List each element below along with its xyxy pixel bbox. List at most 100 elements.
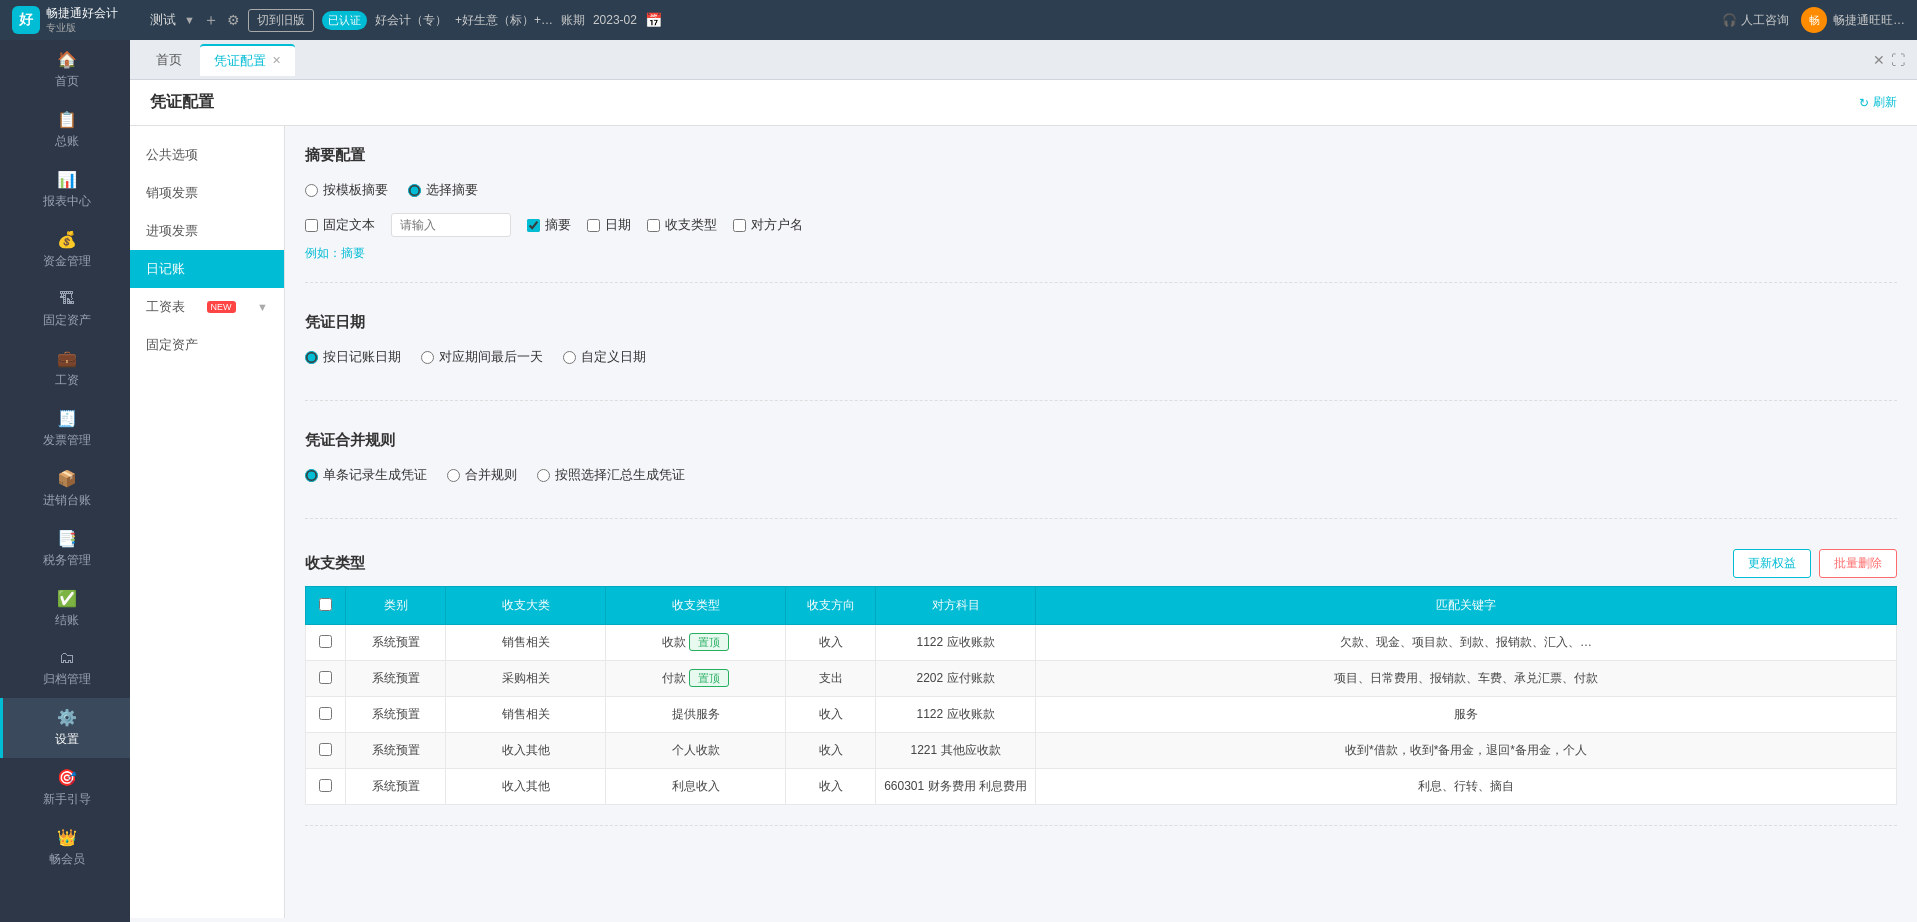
date-checkbox[interactable] <box>587 219 600 232</box>
voucher-date-section: 凭证日期 按日记账日期 对应期间最后一天 <box>305 313 1897 401</box>
tab-close-icon[interactable]: ✕ <box>272 54 281 67</box>
calendar-icon[interactable]: 📅 <box>645 12 662 28</box>
checkbox-counterpart[interactable]: 对方户名 <box>733 216 803 234</box>
sidebar-item-reports[interactable]: 📊 报表中心 <box>0 160 130 220</box>
th-category: 类别 <box>346 587 446 625</box>
row-major: 采购相关 <box>446 661 606 697</box>
radio-journal-date-input[interactable] <box>305 351 318 364</box>
checkbox-income-type[interactable]: 收支类型 <box>647 216 717 234</box>
sidebar-item-close[interactable]: ✅ 结账 <box>0 579 130 639</box>
th-major: 收支大类 <box>446 587 606 625</box>
row-keywords: 服务 <box>1036 697 1897 733</box>
sidebar-item-archive[interactable]: 🗂 归档管理 <box>0 639 130 698</box>
checkbox-date[interactable]: 日期 <box>587 216 631 234</box>
topbar: 好 畅捷通好会计 专业版 测试 ▼ ＋ ⚙ 切到旧版 已认证 好会计（专） +好… <box>0 0 1917 40</box>
salary-icon: 💼 <box>57 349 77 368</box>
sidebar-label: 畅会员 <box>49 851 85 868</box>
report-icon: 📊 <box>57 170 77 189</box>
radio-journal-date[interactable]: 按日记账日期 <box>305 348 401 366</box>
left-nav-purchase-invoice[interactable]: 进项发票 <box>130 212 284 250</box>
sidebar-item-member[interactable]: 👑 畅会员 <box>0 818 130 878</box>
sidebar-item-home[interactable]: 🏠 首页 <box>0 40 130 100</box>
tab-voucher-config[interactable]: 凭证配置 ✕ <box>200 44 295 76</box>
row-checkbox-cell <box>306 625 346 661</box>
sidebar-item-guide[interactable]: 🎯 新手引导 <box>0 758 130 818</box>
sidebar-item-salary[interactable]: 💼 工资 <box>0 339 130 399</box>
checkbox-fixed-text[interactable]: 固定文本 <box>305 216 375 234</box>
funds-icon: 💰 <box>57 230 77 249</box>
sidebar-label: 税务管理 <box>43 552 91 569</box>
expand-tab-button[interactable]: ⛶ <box>1891 52 1905 68</box>
left-nav-public[interactable]: 公共选项 <box>130 136 284 174</box>
radio-select[interactable]: 选择摘要 <box>408 181 478 199</box>
radio-summary[interactable]: 按照选择汇总生成凭证 <box>537 466 685 484</box>
user-menu[interactable]: 畅 畅捷通旺旺… <box>1801 7 1905 33</box>
add-button[interactable]: ＋ <box>203 10 219 31</box>
radio-template[interactable]: 按模板摘要 <box>305 181 388 199</box>
row-checkbox[interactable] <box>319 707 332 720</box>
summary-checkbox[interactable] <box>527 219 540 232</box>
row-checkbox[interactable] <box>319 743 332 756</box>
switch-version-button[interactable]: 切到旧版 <box>248 9 314 32</box>
sidebar: 🏠 首页 📋 总账 📊 报表中心 💰 资金管理 🏗 固定资产 💼 工资 🧾 发票… <box>0 40 130 922</box>
sidebar-item-stock[interactable]: 📦 进销台账 <box>0 459 130 519</box>
tab-home[interactable]: 首页 <box>142 45 196 75</box>
archive-icon: 🗂 <box>59 649 75 667</box>
row-checkbox[interactable] <box>319 779 332 792</box>
radio-custom-date-input[interactable] <box>563 351 576 364</box>
fixed-text-checkbox[interactable] <box>305 219 318 232</box>
certified-tag: 已认证 <box>322 11 367 30</box>
left-nav-journal[interactable]: 日记账 <box>130 250 284 288</box>
th-subject: 对方科目 <box>876 587 1036 625</box>
row-checkbox[interactable] <box>319 671 332 684</box>
sidebar-item-ledger[interactable]: 📋 总账 <box>0 100 130 160</box>
row-type: 个人收款 <box>606 733 786 769</box>
left-nav-sales-invoice[interactable]: 销项发票 <box>130 174 284 212</box>
row-type: 利息收入 <box>606 769 786 805</box>
sidebar-label: 固定资产 <box>43 312 91 329</box>
page-header: 凭证配置 ↻ 刷新 <box>130 80 1917 126</box>
settings-icon[interactable]: ⚙ <box>227 12 240 28</box>
top-tag: 置顶 <box>689 669 729 687</box>
tax-icon: 📑 <box>57 529 77 548</box>
sidebar-item-invoice[interactable]: 🧾 发票管理 <box>0 399 130 459</box>
radio-single-record-input[interactable] <box>305 469 318 482</box>
left-nav-payroll[interactable]: 工资表 NEW ▼ <box>130 288 284 326</box>
left-nav-fixed-assets[interactable]: 固定资产 <box>130 326 284 364</box>
close-tab-button[interactable]: ✕ <box>1873 52 1885 68</box>
radio-select-input[interactable] <box>408 184 421 197</box>
refresh-button[interactable]: ↻ 刷新 <box>1859 94 1897 111</box>
sidebar-item-tax[interactable]: 📑 税务管理 <box>0 519 130 579</box>
sidebar-item-settings[interactable]: ⚙️ 设置 <box>0 698 130 758</box>
row-direction: 收入 <box>786 625 876 661</box>
sidebar-item-funds[interactable]: 💰 资金管理 <box>0 220 130 280</box>
checkbox-summary[interactable]: 摘要 <box>527 216 571 234</box>
radio-template-input[interactable] <box>305 184 318 197</box>
radio-last-day[interactable]: 对应期间最后一天 <box>421 348 543 366</box>
main-layout: 🏠 首页 📋 总账 📊 报表中心 💰 资金管理 🏗 固定资产 💼 工资 🧾 发票… <box>0 40 1917 922</box>
merge-rules-radio-group: 单条记录生成凭证 合并规则 按照选择汇总生成凭证 <box>305 466 1897 484</box>
counterpart-checkbox[interactable] <box>733 219 746 232</box>
row-major: 销售相关 <box>446 697 606 733</box>
voucher-date-title: 凭证日期 <box>305 313 1897 332</box>
row-checkbox[interactable] <box>319 635 332 648</box>
radio-single-record[interactable]: 单条记录生成凭证 <box>305 466 427 484</box>
module-dropdown[interactable]: ▼ <box>184 14 195 26</box>
summary-config-section: 摘要配置 按模板摘要 选择摘要 <box>305 146 1897 283</box>
income-type-checkbox[interactable] <box>647 219 660 232</box>
headset-icon: 🎧 <box>1722 13 1737 27</box>
update-button[interactable]: 更新权益 <box>1733 549 1811 578</box>
radio-custom-date[interactable]: 自定义日期 <box>563 348 646 366</box>
sidebar-item-assets[interactable]: 🏗 固定资产 <box>0 280 130 339</box>
batch-delete-button[interactable]: 批量删除 <box>1819 549 1897 578</box>
radio-merge-rule[interactable]: 合并规则 <box>447 466 517 484</box>
service-button[interactable]: 🎧 人工咨询 <box>1722 12 1789 29</box>
radio-merge-rule-input[interactable] <box>447 469 460 482</box>
fixed-text-input[interactable] <box>391 213 511 237</box>
table-row: 系统预置 销售相关 提供服务 收入 1122 应收账款 服务 <box>306 697 1897 733</box>
row-subject: 1221 其他应收款 <box>876 733 1036 769</box>
select-all-checkbox[interactable] <box>319 598 332 611</box>
th-checkbox <box>306 587 346 625</box>
radio-summary-input[interactable] <box>537 469 550 482</box>
radio-last-day-input[interactable] <box>421 351 434 364</box>
